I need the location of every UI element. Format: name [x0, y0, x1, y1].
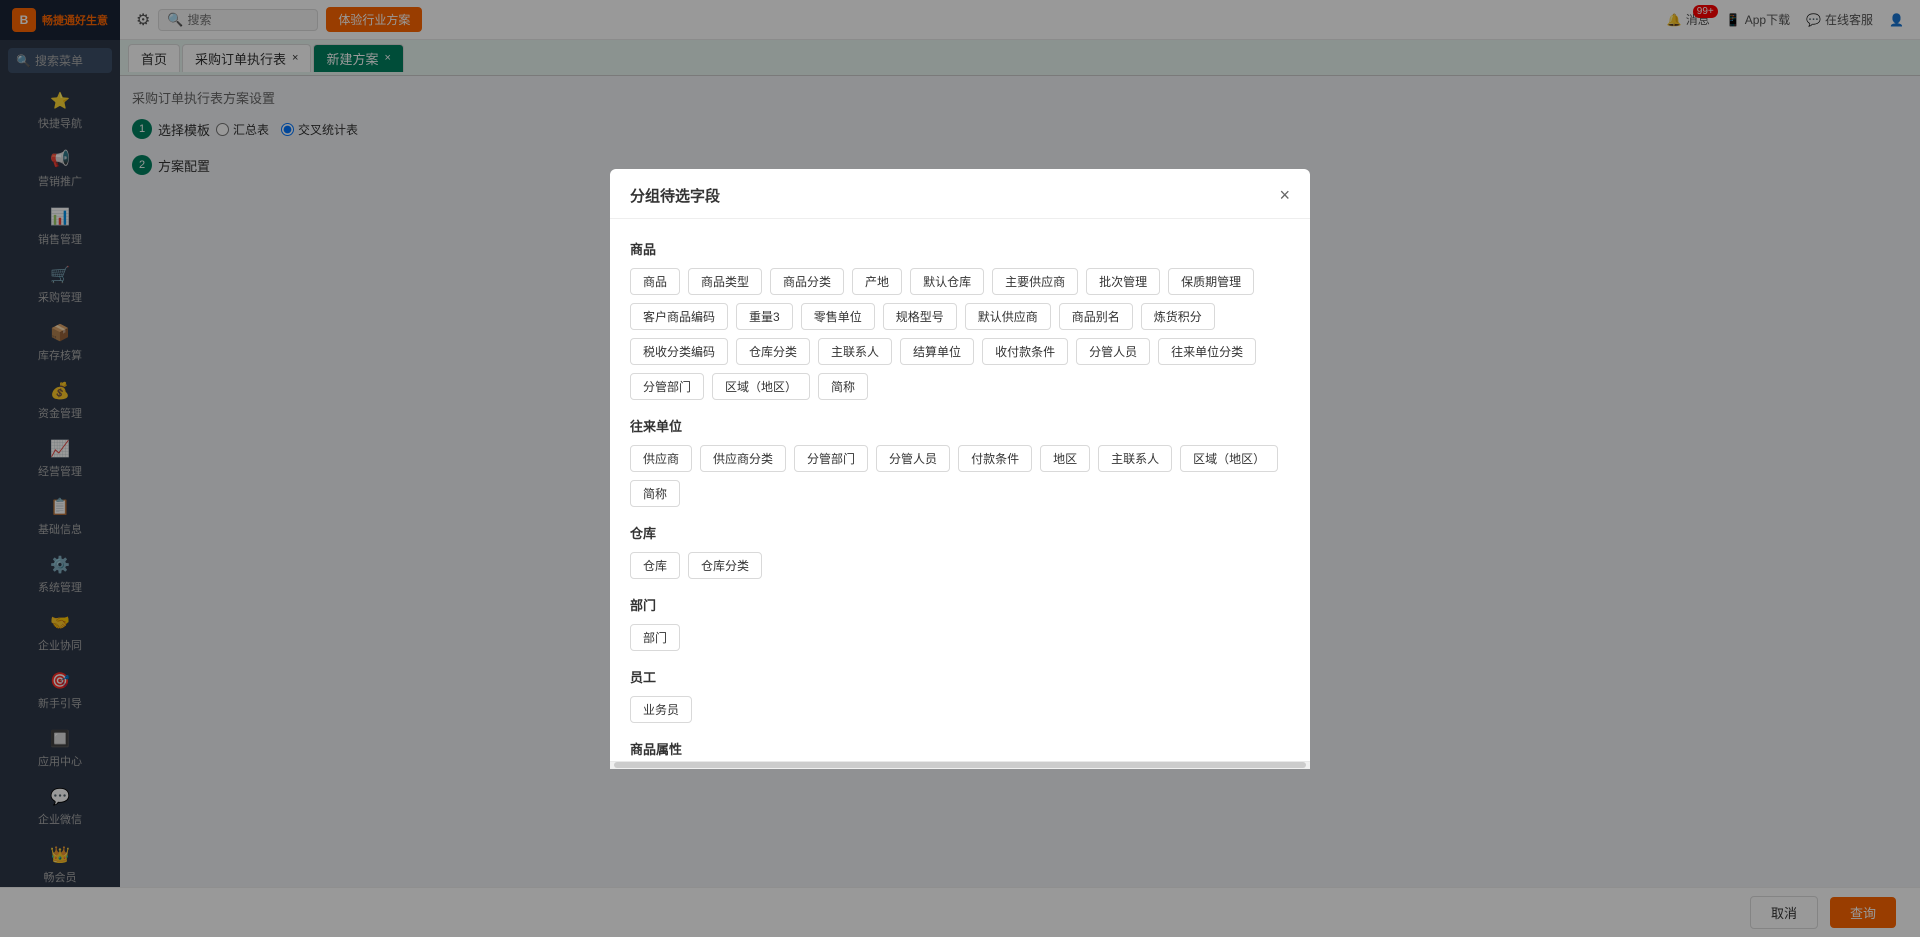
- modal-overlay: 分组待选字段 × 商品商品商品类型商品分类产地默认仓库主要供应商批次管理保质期管…: [0, 0, 1920, 937]
- modal-body[interactable]: 商品商品商品类型商品分类产地默认仓库主要供应商批次管理保质期管理客户商品编码重量…: [610, 219, 1310, 761]
- field-tag-保质期管理[interactable]: 保质期管理: [1168, 268, 1254, 295]
- field-tag-客户商品编码[interactable]: 客户商品编码: [630, 303, 728, 330]
- field-tag-规格型号[interactable]: 规格型号: [883, 303, 957, 330]
- section-title-employee: 员工: [630, 667, 1290, 686]
- field-tag-默认仓库[interactable]: 默认仓库: [910, 268, 984, 295]
- field-tag-分管人员[interactable]: 分管人员: [876, 445, 950, 472]
- field-tag-地区[interactable]: 地区: [1040, 445, 1090, 472]
- field-tag-主要供应商[interactable]: 主要供应商: [992, 268, 1078, 295]
- field-grid-goods: 商品商品类型商品分类产地默认仓库主要供应商批次管理保质期管理客户商品编码重量3 零…: [630, 268, 1290, 400]
- field-tag-仓库分类[interactable]: 仓库分类: [736, 338, 810, 365]
- modal-close-btn[interactable]: ×: [1279, 185, 1290, 206]
- modal-title: 分组待选字段: [630, 185, 720, 206]
- field-tag-业务员[interactable]: 业务员: [630, 696, 692, 723]
- section-title-warehouse: 仓库: [630, 523, 1290, 542]
- field-tag-默认供应商[interactable]: 默认供应商: [965, 303, 1051, 330]
- field-tag-零售单位[interactable]: 零售单位: [801, 303, 875, 330]
- section-title-product-attr: 商品属性: [630, 739, 1290, 758]
- scrollbar-thumb: [614, 762, 1306, 768]
- field-tag-简称[interactable]: 简称: [818, 373, 868, 400]
- section-title-department: 部门: [630, 595, 1290, 614]
- field-tag-仓库[interactable]: 仓库: [630, 552, 680, 579]
- field-tag-主联系人[interactable]: 主联系人: [818, 338, 892, 365]
- field-tag-产地[interactable]: 产地: [852, 268, 902, 295]
- field-tag-往来单位分类[interactable]: 往来单位分类: [1158, 338, 1256, 365]
- field-tag-主联系人[interactable]: 主联系人: [1098, 445, 1172, 472]
- horizontal-scrollbar[interactable]: [610, 761, 1310, 769]
- field-tag-炼货积分[interactable]: 炼货积分: [1141, 303, 1215, 330]
- field-grid-warehouse: 仓库仓库分类: [630, 552, 1290, 579]
- field-tag-商品类型[interactable]: 商品类型: [688, 268, 762, 295]
- field-tag-收付款条件[interactable]: 收付款条件: [982, 338, 1068, 365]
- field-tag-商品分类[interactable]: 商品分类: [770, 268, 844, 295]
- field-tag-区域（地区）[interactable]: 区域（地区）: [712, 373, 810, 400]
- modal: 分组待选字段 × 商品商品商品类型商品分类产地默认仓库主要供应商批次管理保质期管…: [610, 169, 1310, 769]
- field-tag-供应商分类[interactable]: 供应商分类: [700, 445, 786, 472]
- field-tag-付款条件[interactable]: 付款条件: [958, 445, 1032, 472]
- field-tag-部门[interactable]: 部门: [630, 624, 680, 651]
- field-tag-商品别名[interactable]: 商品别名: [1059, 303, 1133, 330]
- field-tag-重量3[interactable]: 重量3: [736, 303, 793, 330]
- modal-header: 分组待选字段 ×: [610, 169, 1310, 219]
- field-grid-partner: 供应商供应商分类分管部门分管人员付款条件地区主联系人区域（地区） 简称: [630, 445, 1290, 507]
- field-tag-分管部门[interactable]: 分管部门: [794, 445, 868, 472]
- field-tag-区域（地区）[interactable]: 区域（地区）: [1180, 445, 1278, 472]
- field-grid-department: 部门: [630, 624, 1290, 651]
- field-tag-批次管理[interactable]: 批次管理: [1086, 268, 1160, 295]
- field-tag-商品[interactable]: 商品: [630, 268, 680, 295]
- field-tag-分管人员[interactable]: 分管人员: [1076, 338, 1150, 365]
- section-title-partner: 往来单位: [630, 416, 1290, 435]
- field-grid-employee: 业务员: [630, 696, 1290, 723]
- field-tag-结算单位[interactable]: 结算单位: [900, 338, 974, 365]
- field-tag-分管部门[interactable]: 分管部门: [630, 373, 704, 400]
- section-title-goods: 商品: [630, 239, 1290, 258]
- field-tag-供应商[interactable]: 供应商: [630, 445, 692, 472]
- field-tag-税收分类编码[interactable]: 税收分类编码: [630, 338, 728, 365]
- field-tag-简称[interactable]: 简称: [630, 480, 680, 507]
- field-tag-仓库分类[interactable]: 仓库分类: [688, 552, 762, 579]
